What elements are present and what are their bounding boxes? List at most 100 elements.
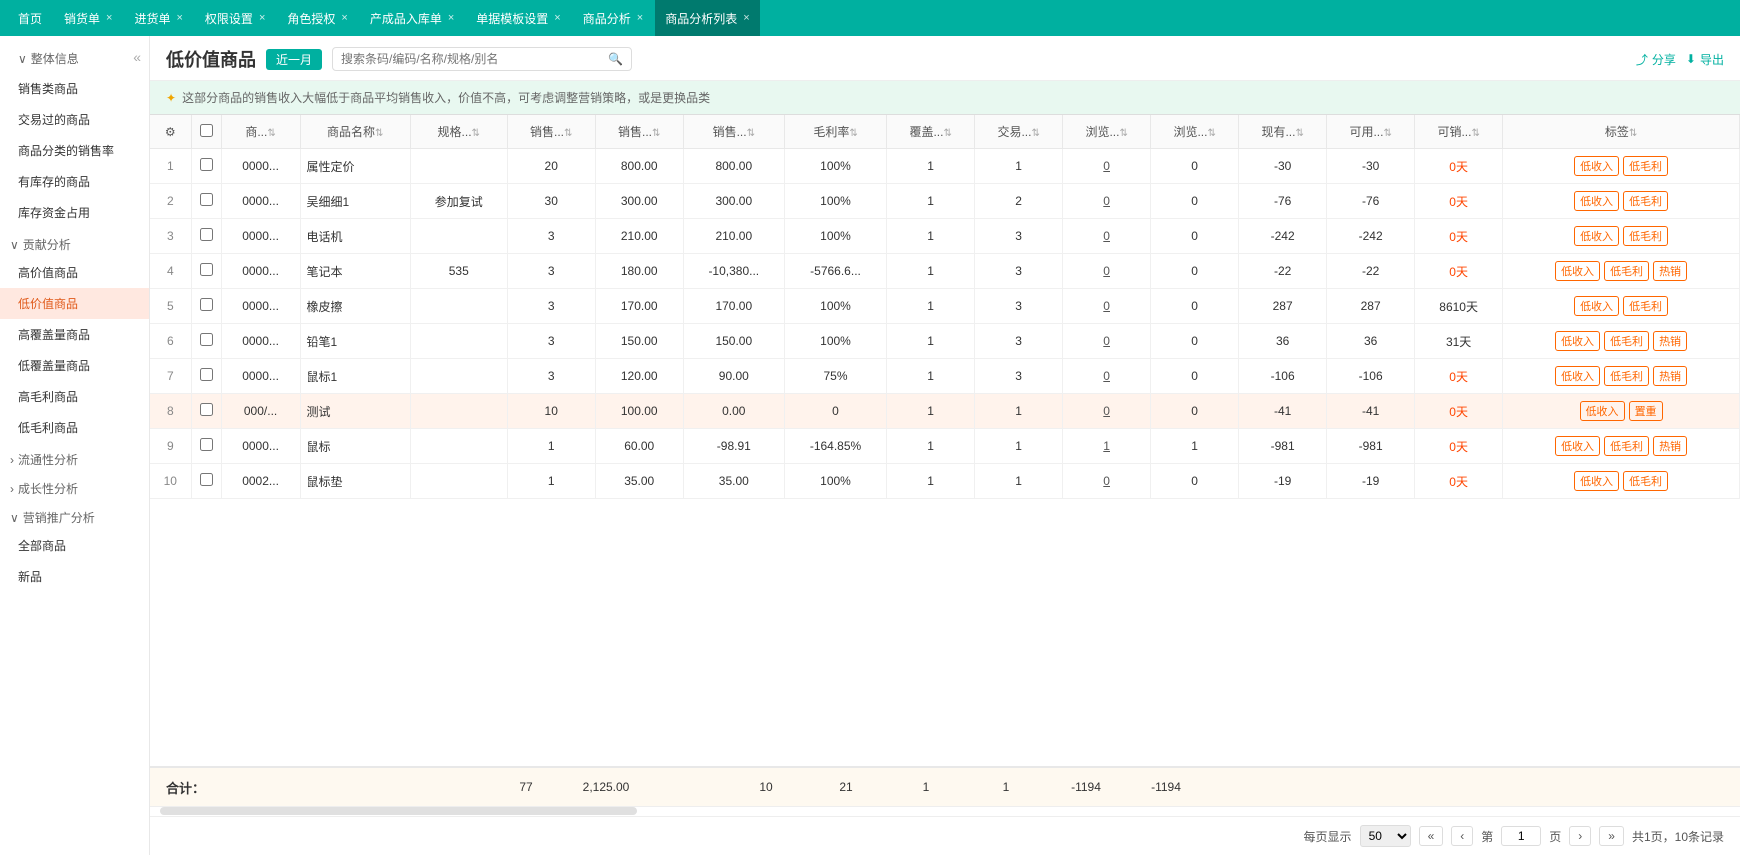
cell-checkbox[interactable] — [191, 394, 221, 429]
close-icon[interactable]: × — [106, 12, 112, 24]
close-icon[interactable]: × — [743, 12, 749, 24]
close-icon[interactable]: × — [637, 12, 643, 24]
search-input[interactable] — [341, 52, 608, 66]
sidebar-item-low-coverage[interactable]: 低覆盖量商品 — [0, 350, 149, 381]
browse-link[interactable]: 0 — [1103, 404, 1110, 418]
browse-link[interactable]: 0 — [1103, 369, 1110, 383]
close-icon[interactable]: × — [554, 12, 560, 24]
cell-checkbox[interactable] — [191, 184, 221, 219]
close-icon[interactable]: × — [341, 12, 347, 24]
th-name[interactable]: 商品名称⇅ — [300, 115, 410, 149]
nav-permissions[interactable]: 权限设置 × — [195, 0, 275, 36]
export-button[interactable]: ⬇ 导出 — [1686, 51, 1724, 68]
close-icon[interactable]: × — [259, 12, 265, 24]
sidebar-item-stocked-goods[interactable]: 有库存的商品 — [0, 166, 149, 197]
nav-product-analysis[interactable]: 商品分析 × — [573, 0, 653, 36]
th-spec[interactable]: 规格...⇅ — [410, 115, 507, 149]
cell-checkbox[interactable] — [191, 359, 221, 394]
th-sale-amount[interactable]: 销售...⇅ — [683, 115, 784, 149]
row-checkbox[interactable] — [200, 368, 213, 381]
content-header: 低价值商品 近一月 🔍 ⤴ 分享 ⬇ 导出 — [150, 36, 1740, 81]
close-icon[interactable]: × — [448, 12, 454, 24]
cell-checkbox[interactable] — [191, 289, 221, 324]
sidebar-group-overall[interactable]: ∨ 整体信息 — [8, 42, 89, 71]
cell-checkbox[interactable] — [191, 464, 221, 499]
sidebar-item-category-sales[interactable]: 商品分类的销售率 — [0, 135, 149, 166]
table-row: 5 0000... 橡皮擦 3 170.00 170.00 100% 1 3 0… — [150, 289, 1740, 324]
browse-link[interactable]: 0 — [1103, 474, 1110, 488]
cell-name: 笔记本 — [300, 254, 410, 289]
th-sale-price[interactable]: 销售...⇅ — [595, 115, 683, 149]
browse-link[interactable]: 1 — [1103, 439, 1110, 453]
nav-template-settings[interactable]: 单据模板设置 × — [466, 0, 570, 36]
cell-checkbox[interactable] — [191, 149, 221, 184]
page-size-select[interactable]: 50 100 200 — [1360, 825, 1411, 847]
page-input[interactable] — [1501, 826, 1541, 846]
next-page-btn[interactable]: › — [1569, 826, 1591, 846]
th-available-stock[interactable]: 可用...⇅ — [1327, 115, 1415, 149]
close-icon[interactable]: × — [176, 12, 182, 24]
browse-link[interactable]: 0 — [1103, 299, 1110, 313]
row-checkbox[interactable] — [200, 298, 213, 311]
row-checkbox[interactable] — [200, 438, 213, 451]
nav-sales-order[interactable]: 销货单 × — [54, 0, 122, 36]
last-page-btn[interactable]: » — [1599, 826, 1624, 846]
row-checkbox[interactable] — [200, 263, 213, 276]
nav-product-instock[interactable]: 产成品入库单 × — [360, 0, 464, 36]
th-current-stock[interactable]: 现有...⇅ — [1239, 115, 1327, 149]
th-coverage[interactable]: 覆盖...⇅ — [887, 115, 975, 149]
cell-checkbox[interactable] — [191, 254, 221, 289]
sidebar-item-all-goods[interactable]: 全部商品 — [0, 530, 149, 561]
cell-checkbox[interactable] — [191, 324, 221, 359]
sidebar-item-low-value[interactable]: 低价值商品 — [0, 288, 149, 319]
row-checkbox[interactable] — [200, 403, 213, 416]
th-code[interactable]: 商...⇅ — [221, 115, 300, 149]
row-checkbox[interactable] — [200, 473, 213, 486]
sidebar-group-liquidity[interactable]: › 流通性分析 — [0, 443, 149, 472]
nav-purchase-order[interactable]: 进货单 × — [124, 0, 192, 36]
nav-home[interactable]: 首页 — [8, 0, 52, 36]
row-checkbox[interactable] — [200, 193, 213, 206]
th-checkbox[interactable] — [191, 115, 221, 149]
sidebar-collapse-btn[interactable]: « — [129, 45, 145, 69]
row-checkbox[interactable] — [200, 333, 213, 346]
first-page-btn[interactable]: « — [1419, 826, 1444, 846]
th-sale-qty[interactable]: 销售...⇅ — [507, 115, 595, 149]
sidebar-group-growth[interactable]: › 成长性分析 — [0, 472, 149, 501]
filter-tag-month[interactable]: 近一月 — [266, 49, 322, 70]
cell-checkbox[interactable] — [191, 429, 221, 464]
cell-current-stock: -22 — [1239, 254, 1327, 289]
sidebar-item-traded-goods[interactable]: 交易过的商品 — [0, 104, 149, 135]
th-browse1[interactable]: 浏览...⇅ — [1063, 115, 1151, 149]
browse-link[interactable]: 0 — [1103, 229, 1110, 243]
select-all-checkbox[interactable] — [200, 124, 213, 137]
sidebar-item-high-profit[interactable]: 高毛利商品 — [0, 381, 149, 412]
th-tags[interactable]: 标签⇅ — [1503, 115, 1740, 149]
cell-checkbox[interactable] — [191, 219, 221, 254]
cell-row-num: 6 — [150, 324, 191, 359]
prev-page-btn[interactable]: ‹ — [1451, 826, 1473, 846]
th-trade[interactable]: 交易...⇅ — [975, 115, 1063, 149]
th-profit-rate[interactable]: 毛利率⇅ — [784, 115, 886, 149]
browse-link[interactable]: 0 — [1103, 334, 1110, 348]
th-settings[interactable]: ⚙ — [150, 115, 191, 149]
browse-link[interactable]: 0 — [1103, 264, 1110, 278]
sidebar-item-high-coverage[interactable]: 高覆盖量商品 — [0, 319, 149, 350]
th-browse2[interactable]: 浏览...⇅ — [1151, 115, 1239, 149]
th-saleable-days[interactable]: 可销...⇅ — [1415, 115, 1503, 149]
row-checkbox[interactable] — [200, 158, 213, 171]
sidebar-item-sales-goods[interactable]: 销售类商品 — [0, 73, 149, 104]
row-checkbox[interactable] — [200, 228, 213, 241]
cell-tags: 低收入低毛利热销 — [1503, 254, 1740, 289]
sidebar-item-new-goods[interactable]: 新品 — [0, 561, 149, 592]
share-button[interactable]: ⤴ 分享 — [1636, 51, 1676, 68]
sidebar-group-contribution[interactable]: ∨ 贡献分析 — [0, 228, 149, 257]
sidebar-item-high-value[interactable]: 高价值商品 — [0, 257, 149, 288]
sidebar-group-marketing[interactable]: ∨ 营销推广分析 — [0, 501, 149, 530]
sidebar-item-inventory-fund[interactable]: 库存资金占用 — [0, 197, 149, 228]
nav-product-analysis-list[interactable]: 商品分析列表 × — [655, 0, 759, 36]
browse-link[interactable]: 0 — [1103, 159, 1110, 173]
sidebar-item-low-profit[interactable]: 低毛利商品 — [0, 412, 149, 443]
browse-link[interactable]: 0 — [1103, 194, 1110, 208]
nav-role-auth[interactable]: 角色授权 × — [277, 0, 357, 36]
